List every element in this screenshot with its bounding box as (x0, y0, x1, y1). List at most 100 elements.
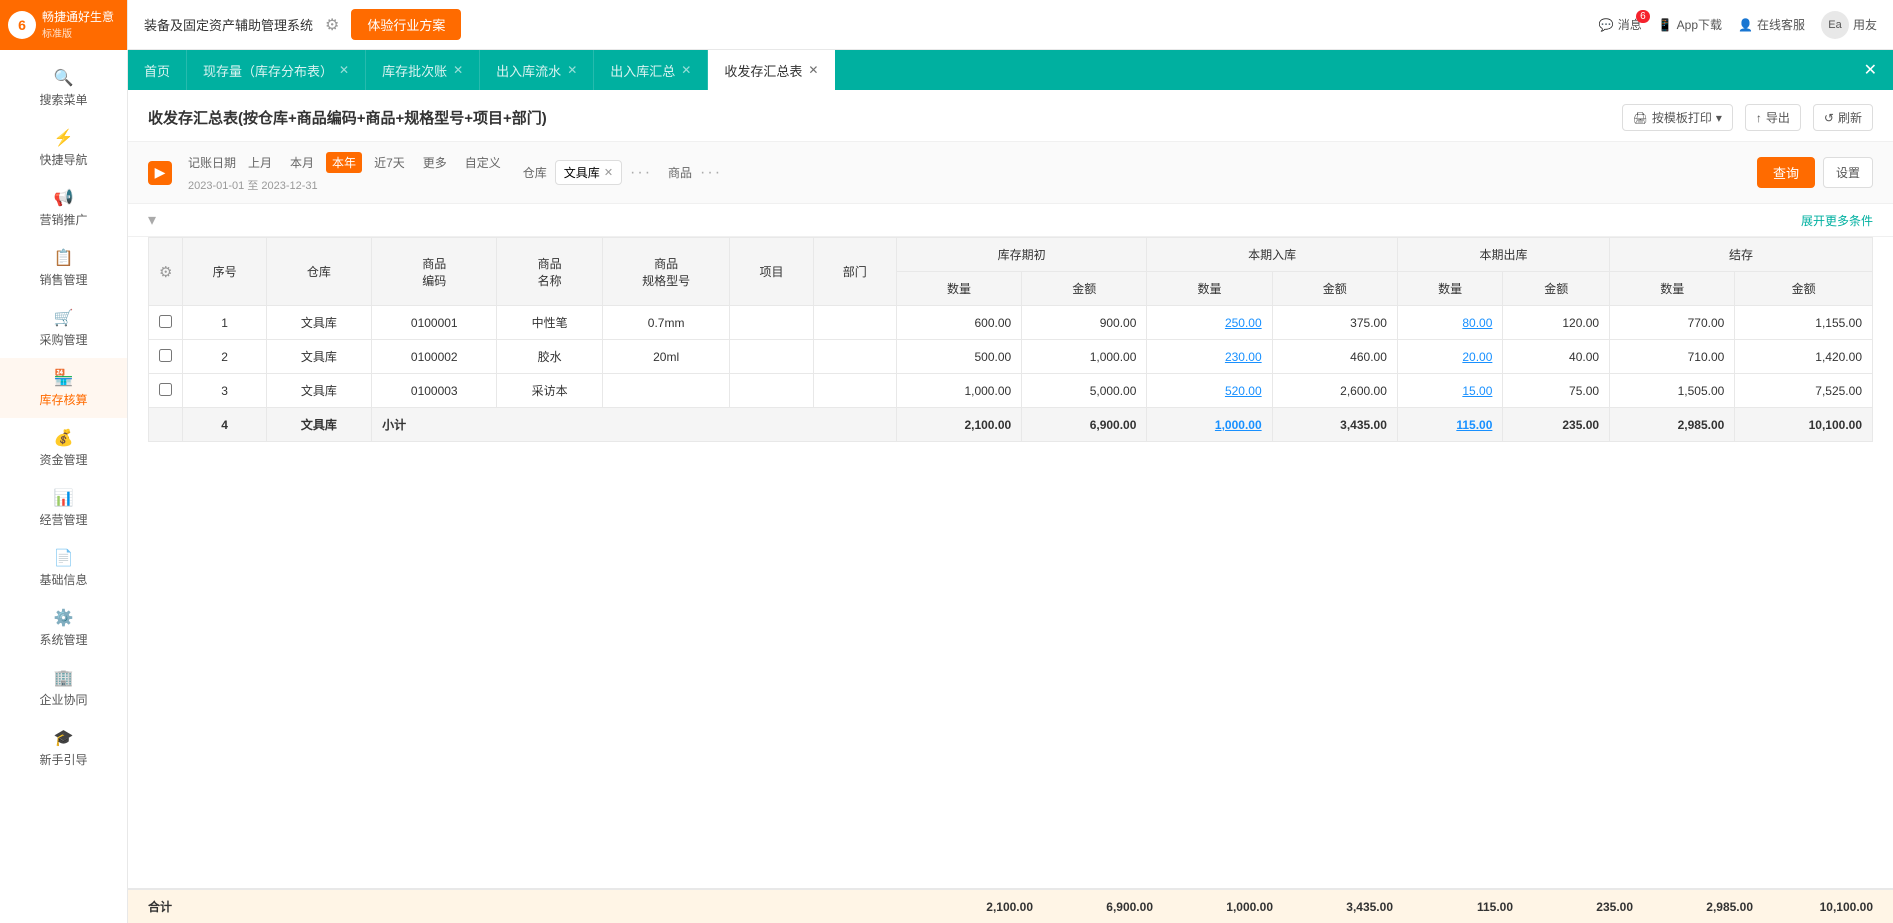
try-button[interactable]: 体验行业方案 (351, 9, 461, 40)
sidebar-item-enterprise[interactable]: 🏢企业协同 (0, 658, 127, 718)
sidebar-item-search[interactable]: 🔍搜索菜单 (0, 58, 127, 118)
row-init-amt: 1,000.00 (1022, 340, 1147, 374)
warehouse-more-btn[interactable]: ··· (630, 164, 652, 182)
message-btn[interactable]: 💬 消息 6 (1599, 16, 1642, 33)
row-out-amt: 120.00 (1503, 306, 1610, 340)
expand-chevron: ▾ (148, 210, 156, 230)
warehouse-filter-label: 仓库 (523, 164, 547, 181)
app-download-btn[interactable]: 📱 App下载 (1658, 16, 1722, 33)
refresh-btn[interactable]: ↺ 刷新 (1813, 104, 1873, 131)
page-header: 收发存汇总表(按仓库+商品编码+商品+规格型号+项目+部门) 🖨 按模板打印 ▾… (128, 90, 1893, 142)
tab-close-summary[interactable]: ✕ (681, 63, 691, 77)
table-settings-col[interactable]: ⚙ (149, 238, 183, 306)
row-out-qty[interactable]: 20.00 (1397, 340, 1503, 374)
col-init-amt: 金额 (1022, 272, 1147, 306)
tab-close-batch[interactable]: ✕ (453, 63, 463, 77)
row-spec: 0.7mm (602, 306, 730, 340)
date-custom[interactable]: 自定义 (459, 152, 507, 173)
row-checkbox[interactable] (149, 306, 183, 340)
row-init-qty: 1,000.00 (896, 374, 1021, 408)
sidebar-title: 畅捷通好生意 (42, 10, 114, 26)
tab-stock-dist[interactable]: 现存量（库存分布表）✕ (187, 50, 366, 90)
date-this-month[interactable]: 本月 (284, 152, 320, 173)
tab-summary[interactable]: 出入库汇总✕ (594, 50, 708, 90)
settings-icon[interactable]: ⚙ (325, 15, 339, 35)
row-project (730, 340, 813, 374)
sidebar-item-system[interactable]: ⚙️系统管理 (0, 598, 127, 658)
col-code: 商品编码 (372, 238, 497, 306)
row-name: 胶水 (497, 340, 602, 374)
page-header-top: 收发存汇总表(按仓库+商品编码+商品+规格型号+项目+部门) 🖨 按模板打印 ▾… (148, 104, 1873, 131)
export-btn[interactable]: ↑ 导出 (1745, 104, 1801, 131)
settings-button[interactable]: 设置 (1823, 157, 1873, 188)
header-actions: 🖨 按模板打印 ▾ ↑ 导出 ↺ 刷新 (1622, 104, 1873, 131)
col-init: 库存期初 (896, 238, 1146, 272)
user-menu-btn[interactable]: Ea 用友 (1821, 11, 1877, 39)
sidebar-item-marketing[interactable]: 📢营销推广 (0, 178, 127, 238)
tab-recv-summary[interactable]: 收发存汇总表✕ (708, 50, 835, 90)
date-this-year[interactable]: 本年 (326, 152, 362, 173)
sidebar-item-label-purchase: 采购管理 (39, 331, 87, 348)
main-area: 装备及固定资产辅助管理系统 ⚙ 体验行业方案 💬 消息 6 📱 App下载 👤 … (128, 0, 1893, 923)
row-init-amt: 900.00 (1022, 306, 1147, 340)
tab-flow[interactable]: 出入库流水 ✕ (480, 50, 594, 90)
sidebar-item-finance[interactable]: 💰资金管理 (0, 418, 127, 478)
table-gear-icon[interactable]: ⚙ (159, 264, 172, 281)
row-spec (602, 374, 730, 408)
tab-batch[interactable]: 库存批次账✕ (366, 50, 480, 90)
date-7days[interactable]: 近7天 (368, 152, 411, 173)
sidebar-item-inventory[interactable]: 🏪库存核算 (0, 358, 127, 418)
row-in-amt: 2,600.00 (1272, 374, 1397, 408)
sidebar-item-basic[interactable]: 📄基础信息 (0, 538, 127, 598)
goods-more-btn[interactable]: ··· (700, 164, 722, 182)
sidebar-item-newbie[interactable]: 🎓新手引导 (0, 718, 127, 778)
subtotal-in-amt: 3,435.00 (1272, 408, 1397, 442)
warehouse-tag-close[interactable]: ✕ (604, 166, 613, 179)
row-bal-qty: 710.00 (1610, 340, 1735, 374)
expand-more-btn[interactable]: 展开更多条件 (1801, 212, 1873, 229)
tab-close-flow[interactable]: ✕ (567, 63, 577, 77)
col-bal-qty: 数量 (1610, 272, 1735, 306)
table-subtotal-row: 4 文具库 小计 2,100.00 6,900.00 1,000.00 3,43… (149, 408, 1873, 442)
goods-filter-label: 商品 (668, 164, 692, 181)
row-checkbox[interactable] (149, 340, 183, 374)
row-out-qty[interactable]: 15.00 (1397, 374, 1503, 408)
table-row: 3 文具库 0100003 采访本 1,000.00 5,000.00 520.… (149, 374, 1873, 408)
row-no: 1 (183, 306, 266, 340)
table-container: ⚙ 序号 仓库 商品编码 商品名称 商品规格型号 项目 部门 库存期初 本期入库… (128, 237, 1893, 888)
row-init-amt: 5,000.00 (1022, 374, 1147, 408)
filter-toggle-btn[interactable]: ▶ (148, 161, 172, 185)
page-content: 收发存汇总表(按仓库+商品编码+商品+规格型号+项目+部门) 🖨 按模板打印 ▾… (128, 90, 1893, 923)
tab-close-stock-dist[interactable]: ✕ (339, 63, 349, 77)
row-in-qty[interactable]: 520.00 (1147, 374, 1272, 408)
sidebar-item-business[interactable]: 📊经营管理 (0, 478, 127, 538)
sidebar-item-label-enterprise: 企业协同 (39, 691, 87, 708)
row-in-qty[interactable]: 250.00 (1147, 306, 1272, 340)
subtotal-out-qty[interactable]: 115.00 (1397, 408, 1503, 442)
tab-close-recv-summary[interactable]: ✕ (808, 63, 818, 77)
date-filter-row: 记账日期 上月 本月 本年 近7天 更多 自定义 (188, 152, 507, 173)
sidebar-item-label-system: 系统管理 (39, 631, 87, 648)
query-button[interactable]: 查询 (1757, 157, 1815, 188)
tab-label-flow: 出入库流水 (496, 61, 561, 80)
topbar: 装备及固定资产辅助管理系统 ⚙ 体验行业方案 💬 消息 6 📱 App下载 👤 … (128, 0, 1893, 50)
date-last-month[interactable]: 上月 (242, 152, 278, 173)
row-in-qty[interactable]: 230.00 (1147, 340, 1272, 374)
table-row: 2 文具库 0100002 胶水 20ml 500.00 1,000.00 23… (149, 340, 1873, 374)
close-window-btn[interactable]: ✕ (1848, 60, 1893, 80)
page-title: 收发存汇总表(按仓库+商品编码+商品+规格型号+项目+部门) (148, 107, 547, 128)
row-out-qty[interactable]: 80.00 (1397, 306, 1503, 340)
online-service-btn[interactable]: 👤 在线客服 (1738, 16, 1805, 33)
sidebar-item-purchase[interactable]: 🛒采购管理 (0, 298, 127, 358)
subtotal-in-qty[interactable]: 1,000.00 (1147, 408, 1272, 442)
col-warehouse: 仓库 (266, 238, 371, 306)
search-icon: 🔍 (54, 68, 74, 88)
sidebar-item-sales[interactable]: 📋销售管理 (0, 238, 127, 298)
row-dept (813, 306, 896, 340)
sidebar-item-quick[interactable]: ⚡快捷导航 (0, 118, 127, 178)
col-spec: 商品规格型号 (602, 238, 730, 306)
row-checkbox[interactable] (149, 374, 183, 408)
tab-home[interactable]: 首页 (128, 50, 187, 90)
print-btn[interactable]: 🖨 按模板打印 ▾ (1622, 104, 1733, 131)
date-more[interactable]: 更多 (417, 152, 453, 173)
